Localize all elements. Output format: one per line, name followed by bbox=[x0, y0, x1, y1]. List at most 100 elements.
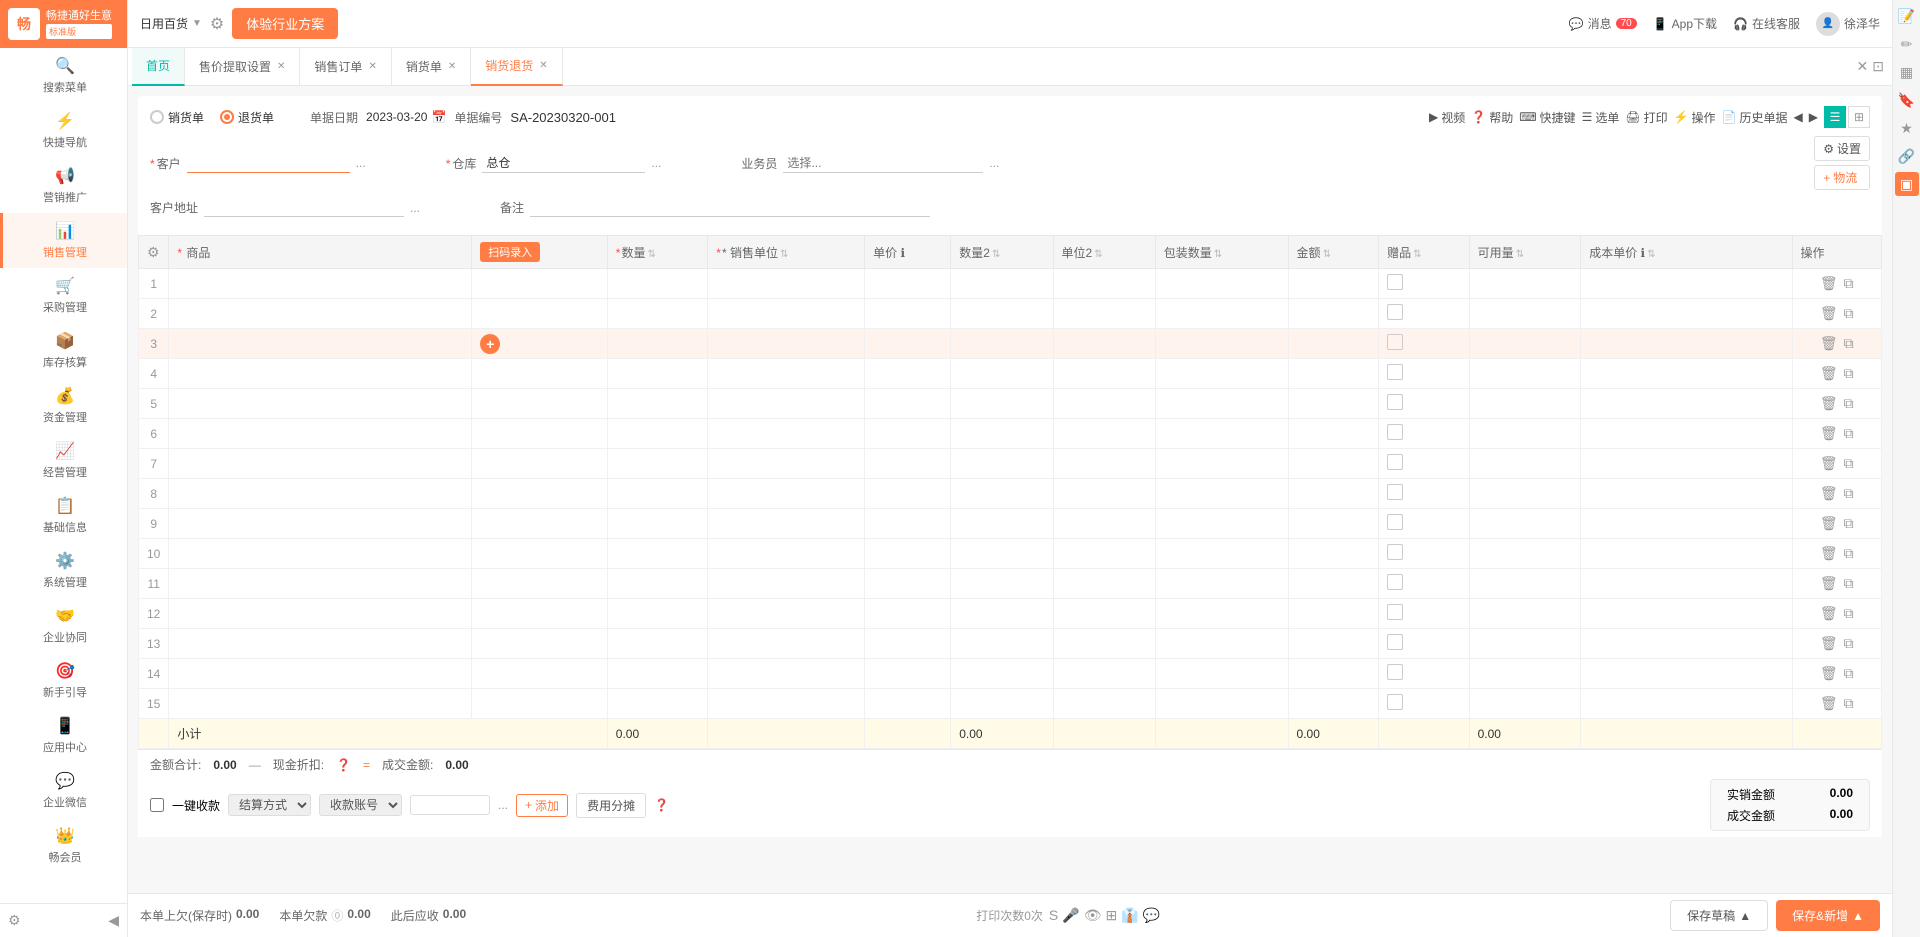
qty-cell[interactable] bbox=[607, 659, 708, 689]
gift-checkbox[interactable] bbox=[1387, 634, 1403, 650]
add-payment-btn[interactable]: + 添加 bbox=[516, 794, 568, 817]
rp-edit-icon[interactable]: ✏ bbox=[1895, 32, 1919, 56]
qty2-cell[interactable] bbox=[951, 419, 1053, 449]
shortcut-btn[interactable]: ⌨ 快捷键 bbox=[1519, 109, 1575, 126]
gift-cell[interactable] bbox=[1379, 479, 1470, 509]
sidebar-item-sales[interactable]: 📊销售管理 bbox=[0, 213, 127, 268]
cost-cell[interactable] bbox=[1581, 269, 1792, 299]
date-picker[interactable]: 2023-03-20 📅 bbox=[366, 110, 446, 124]
qty2-cell[interactable] bbox=[951, 269, 1053, 299]
avail-cell[interactable] bbox=[1469, 509, 1581, 539]
unit-cell[interactable] bbox=[708, 299, 865, 329]
gift-checkbox[interactable] bbox=[1387, 484, 1403, 500]
qty-cell[interactable] bbox=[607, 689, 708, 719]
qty2-cell[interactable] bbox=[951, 389, 1053, 419]
expense-btn[interactable]: 费用分摊 bbox=[576, 793, 646, 818]
gift-checkbox[interactable] bbox=[1387, 274, 1403, 290]
tab-sales-order[interactable]: 销售订单✕ bbox=[300, 48, 391, 86]
pack-cell[interactable] bbox=[1155, 629, 1288, 659]
one-key-pay-checkbox[interactable] bbox=[150, 798, 164, 812]
sort-icon-unit[interactable]: ⇅ bbox=[780, 249, 788, 260]
sort-icon-qty2[interactable]: ⇅ bbox=[992, 249, 1000, 260]
setting-btn[interactable]: ⚙ 设置 bbox=[1814, 136, 1870, 161]
radio-return[interactable]: 退货单 bbox=[220, 109, 274, 126]
amount-cell[interactable] bbox=[1288, 269, 1379, 299]
qty2-cell[interactable] bbox=[951, 299, 1053, 329]
pack-cell[interactable] bbox=[1155, 329, 1288, 359]
delete-row-icon[interactable]: 🗑 bbox=[1820, 515, 1838, 532]
delete-row-icon[interactable]: 🗑 bbox=[1820, 605, 1838, 622]
price-cell[interactable] bbox=[865, 479, 951, 509]
address-dots[interactable]: ... bbox=[410, 201, 420, 215]
gift-checkbox[interactable] bbox=[1387, 544, 1403, 560]
product-input[interactable] bbox=[177, 337, 463, 351]
unit-cell[interactable] bbox=[708, 629, 865, 659]
product-cell[interactable] bbox=[169, 569, 472, 599]
video-btn[interactable]: ▶ 视频 bbox=[1429, 109, 1465, 126]
price-cell[interactable] bbox=[865, 599, 951, 629]
copy-row-icon[interactable]: ⧉ bbox=[1844, 485, 1854, 502]
user-profile[interactable]: 👤 徐泽华 bbox=[1816, 12, 1880, 36]
copy-row-icon[interactable]: ⧉ bbox=[1844, 515, 1854, 532]
qty2-cell[interactable] bbox=[951, 359, 1053, 389]
gift-checkbox[interactable] bbox=[1387, 424, 1403, 440]
qty-cell[interactable] bbox=[607, 449, 708, 479]
pack-cell[interactable] bbox=[1155, 569, 1288, 599]
amount-cell[interactable] bbox=[1288, 359, 1379, 389]
trial-btn[interactable]: 体验行业方案 bbox=[232, 8, 338, 39]
qty-cell[interactable] bbox=[607, 539, 708, 569]
unit-cell[interactable] bbox=[708, 419, 865, 449]
copy-row-icon[interactable]: ⧉ bbox=[1844, 275, 1854, 292]
pack-cell[interactable] bbox=[1155, 269, 1288, 299]
cost-cell[interactable] bbox=[1581, 329, 1792, 359]
delete-row-icon[interactable]: 🗑 bbox=[1820, 455, 1838, 472]
amount-cell[interactable] bbox=[1288, 389, 1379, 419]
qty-cell[interactable] bbox=[607, 419, 708, 449]
account-select[interactable]: 收款账号 bbox=[319, 794, 402, 816]
gift-checkbox[interactable] bbox=[1387, 364, 1403, 380]
avail-cell[interactable] bbox=[1469, 419, 1581, 449]
sidebar-item-inventory[interactable]: 📦库存核算 bbox=[0, 323, 127, 378]
qty-cell[interactable] bbox=[607, 479, 708, 509]
unit-cell[interactable] bbox=[708, 659, 865, 689]
gift-cell[interactable] bbox=[1379, 359, 1470, 389]
gift-cell[interactable] bbox=[1379, 539, 1470, 569]
copy-row-icon[interactable]: ⧉ bbox=[1844, 305, 1854, 322]
unit-cell[interactable] bbox=[708, 479, 865, 509]
delete-row-icon[interactable]: 🗑 bbox=[1820, 425, 1838, 442]
warehouse-dots[interactable]: ... bbox=[651, 156, 661, 170]
app-download-btn[interactable]: 📱 App下载 bbox=[1653, 15, 1717, 32]
pack-cell[interactable] bbox=[1155, 359, 1288, 389]
cost-cell[interactable] bbox=[1581, 449, 1792, 479]
sort-icon-qty[interactable]: ⇅ bbox=[647, 249, 655, 260]
logistics-btn[interactable]: + 物流 bbox=[1814, 165, 1870, 190]
product-cell[interactable] bbox=[169, 269, 472, 299]
avail-cell[interactable] bbox=[1469, 299, 1581, 329]
gift-cell[interactable] bbox=[1379, 449, 1470, 479]
price-cell[interactable] bbox=[865, 659, 951, 689]
pack-cell[interactable] bbox=[1155, 689, 1288, 719]
unit2-cell[interactable] bbox=[1053, 419, 1155, 449]
delete-row-icon[interactable]: 🗑 bbox=[1820, 395, 1838, 412]
unit-cell[interactable] bbox=[708, 689, 865, 719]
price-cell[interactable] bbox=[865, 629, 951, 659]
product-cell[interactable] bbox=[169, 449, 472, 479]
qty2-cell[interactable] bbox=[951, 629, 1053, 659]
cash-help-icon[interactable]: ❓ bbox=[336, 758, 351, 772]
message-btn[interactable]: 💬 消息 70 bbox=[1569, 15, 1637, 32]
tab-price-settings[interactable]: 售价提取设置✕ bbox=[185, 48, 300, 86]
delete-row-icon[interactable]: 🗑 bbox=[1820, 305, 1838, 322]
close-tab-icon[interactable]: ✕ bbox=[1857, 58, 1869, 75]
gift-checkbox[interactable] bbox=[1387, 514, 1403, 530]
sidebar-item-apps[interactable]: 📱应用中心 bbox=[0, 708, 127, 763]
sidebar-item-operation[interactable]: 📈经营管理 bbox=[0, 433, 127, 488]
copy-row-icon[interactable]: ⧉ bbox=[1844, 605, 1854, 622]
delete-row-icon[interactable]: 🗑 bbox=[1820, 365, 1838, 382]
draft-btn[interactable]: 保存草稿 ▲ bbox=[1670, 900, 1768, 931]
cost-cell[interactable] bbox=[1581, 599, 1792, 629]
sidebar-item-finance[interactable]: 💰资金管理 bbox=[0, 378, 127, 433]
online-service-btn[interactable]: 🎧 在线客服 bbox=[1733, 15, 1800, 32]
price-cell[interactable] bbox=[865, 389, 951, 419]
eye-icon[interactable]: 👁 bbox=[1084, 907, 1102, 924]
close-sales-return-icon[interactable]: ✕ bbox=[539, 60, 547, 71]
